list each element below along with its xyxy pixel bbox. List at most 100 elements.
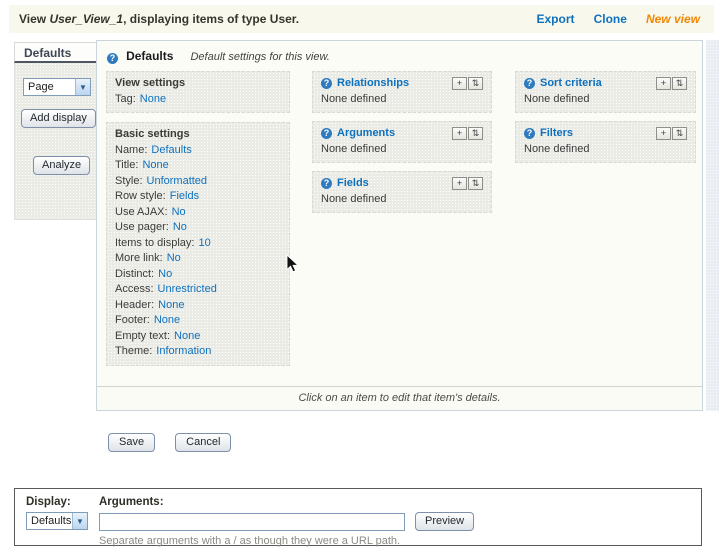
- page-margin-pattern: [706, 40, 719, 411]
- setting-value-link[interactable]: Fields: [170, 190, 199, 202]
- sort-criteria-title-link[interactable]: Sort criteria: [540, 76, 602, 92]
- view-name: User_View_1: [49, 12, 124, 26]
- arguments-help-text: Separate arguments with a / as though th…: [99, 535, 401, 547]
- arguments-title-link[interactable]: Arguments: [337, 126, 395, 142]
- setting-value-link[interactable]: No: [172, 206, 186, 218]
- sidebar-body: Page ▼ Add display Analyze: [14, 63, 97, 220]
- help-icon[interactable]: ?: [321, 78, 332, 90]
- filters-title-link[interactable]: Filters: [540, 126, 573, 142]
- rearrange-icon[interactable]: ⇅: [468, 177, 483, 191]
- settings-columns: View settings Tag: None Basic settings Na…: [97, 67, 702, 375]
- add-icon[interactable]: +: [452, 127, 467, 141]
- save-button[interactable]: Save: [108, 433, 156, 452]
- setting-value-link[interactable]: None: [174, 330, 200, 342]
- setting-row-title: Title: None: [115, 158, 281, 174]
- setting-label: Theme:: [115, 345, 153, 357]
- edit-hint-footer: Click on an item to edit that item's det…: [97, 386, 702, 410]
- setting-value-link[interactable]: No: [173, 221, 187, 233]
- help-icon[interactable]: ?: [524, 128, 535, 140]
- chevron-down-icon: ▼: [72, 513, 87, 529]
- setting-label: Title:: [115, 159, 139, 171]
- form-actions: Save Cancel: [108, 433, 232, 452]
- setting-value-link[interactable]: None: [158, 299, 184, 311]
- bucket-arguments: ? Arguments + ⇅ None defined: [312, 121, 492, 163]
- setting-label: Use AJAX:: [115, 205, 168, 218]
- export-link[interactable]: Export: [536, 12, 574, 26]
- setting-label: More link:: [115, 252, 163, 264]
- setting-value-link[interactable]: None: [154, 314, 180, 326]
- help-icon[interactable]: ?: [321, 128, 332, 140]
- arguments-input[interactable]: [99, 512, 405, 531]
- setting-label: Distinct:: [115, 267, 155, 280]
- add-icon[interactable]: +: [452, 177, 467, 191]
- column-middle: ? Relationships + ⇅ None defined ? Argum…: [312, 71, 492, 375]
- setting-label: Style:: [115, 174, 143, 187]
- main-header: ? Defaults Default settings for this vie…: [97, 41, 702, 67]
- setting-row-header: Header: None: [115, 298, 281, 314]
- tab-defaults[interactable]: Defaults: [14, 42, 97, 63]
- setting-value-link[interactable]: Unrestricted: [158, 283, 217, 295]
- help-icon[interactable]: ?: [524, 78, 535, 90]
- help-icon[interactable]: ?: [107, 53, 118, 64]
- displays-sidebar: Defaults Page ▼ Add display Analyze: [14, 42, 97, 220]
- bucket-buttons: + ⇅: [452, 77, 483, 91]
- rearrange-icon[interactable]: ⇅: [468, 77, 483, 91]
- analyze-button[interactable]: Analyze: [33, 156, 91, 175]
- preview-display-select[interactable]: Defaults ▼: [26, 512, 88, 530]
- setting-label: Footer:: [115, 314, 150, 326]
- fields-title-link[interactable]: Fields: [337, 176, 369, 192]
- setting-row-use-ajax: Use AJAX: No: [115, 205, 281, 221]
- preview-display-select-value: Defaults: [31, 515, 72, 527]
- title-suffix: , displaying items of type User.: [123, 12, 300, 26]
- relationships-title-link[interactable]: Relationships: [337, 76, 409, 92]
- basic-settings-panel: Basic settings Name: Defaults Title: None …: [106, 122, 290, 366]
- arguments-label: Arguments:: [99, 496, 164, 508]
- setting-value-link[interactable]: No: [158, 268, 172, 280]
- rearrange-icon[interactable]: ⇅: [672, 77, 687, 91]
- add-display-button[interactable]: Add display: [21, 109, 96, 128]
- setting-row-theme: Theme: Information: [115, 344, 281, 360]
- setting-row-distinct: Distinct: No: [115, 267, 281, 283]
- add-icon[interactable]: +: [452, 77, 467, 91]
- setting-row-tag: Tag: None: [115, 92, 281, 108]
- help-icon[interactable]: ?: [321, 178, 332, 190]
- setting-value-link[interactable]: Defaults: [151, 144, 191, 156]
- mouse-cursor-icon: [286, 253, 300, 277]
- setting-label: Empty text:: [115, 329, 171, 342]
- setting-value-link[interactable]: Unformatted: [147, 175, 208, 187]
- view-settings-title: View settings: [115, 77, 186, 89]
- display-label: Display:: [26, 496, 71, 508]
- setting-value-link[interactable]: 10: [198, 237, 210, 249]
- setting-value-link[interactable]: None: [142, 159, 168, 171]
- display-type-select-value: Page: [28, 81, 54, 93]
- bucket-filters: ? Filters + ⇅ None defined: [515, 121, 696, 163]
- cancel-button[interactable]: Cancel: [175, 433, 232, 452]
- title-prefix: View: [19, 12, 50, 26]
- clone-link[interactable]: Clone: [594, 12, 627, 26]
- bucket-header: ? Fields + ⇅: [321, 176, 483, 192]
- setting-value-link[interactable]: No: [167, 252, 181, 264]
- setting-value-link[interactable]: None: [140, 93, 166, 105]
- setting-value-link[interactable]: Information: [156, 345, 211, 357]
- setting-row-items: Items to display: 10: [115, 236, 281, 252]
- preview-button[interactable]: Preview: [415, 512, 475, 531]
- setting-row-footer: Footer: None: [115, 313, 281, 329]
- main-title: Defaults: [126, 49, 174, 63]
- arguments-line: Preview: [99, 512, 475, 531]
- bucket-sort-criteria: ? Sort criteria + ⇅ None defined: [515, 71, 696, 113]
- rearrange-icon[interactable]: ⇅: [468, 127, 483, 141]
- page-title: View User_View_1, displaying items of ty…: [19, 12, 299, 26]
- setting-row-row-style: Row style: Fields: [115, 189, 281, 205]
- display-type-select[interactable]: Page ▼: [23, 78, 91, 96]
- setting-row-style: Style: Unformatted: [115, 174, 281, 190]
- column-left: View settings Tag: None Basic settings Na…: [106, 71, 290, 375]
- view-edit-panel: ? Defaults Default settings for this vie…: [96, 40, 703, 411]
- setting-label: Header:: [115, 298, 155, 311]
- new-view-link[interactable]: New view: [646, 12, 700, 26]
- setting-row-name: Name: Defaults: [115, 143, 281, 159]
- rearrange-icon[interactable]: ⇅: [672, 127, 687, 141]
- add-icon[interactable]: +: [656, 127, 671, 141]
- live-preview-box: Display: Defaults ▼ Arguments: Preview S…: [14, 488, 702, 547]
- add-icon[interactable]: +: [656, 77, 671, 91]
- basic-settings-title: Basic settings: [115, 128, 190, 140]
